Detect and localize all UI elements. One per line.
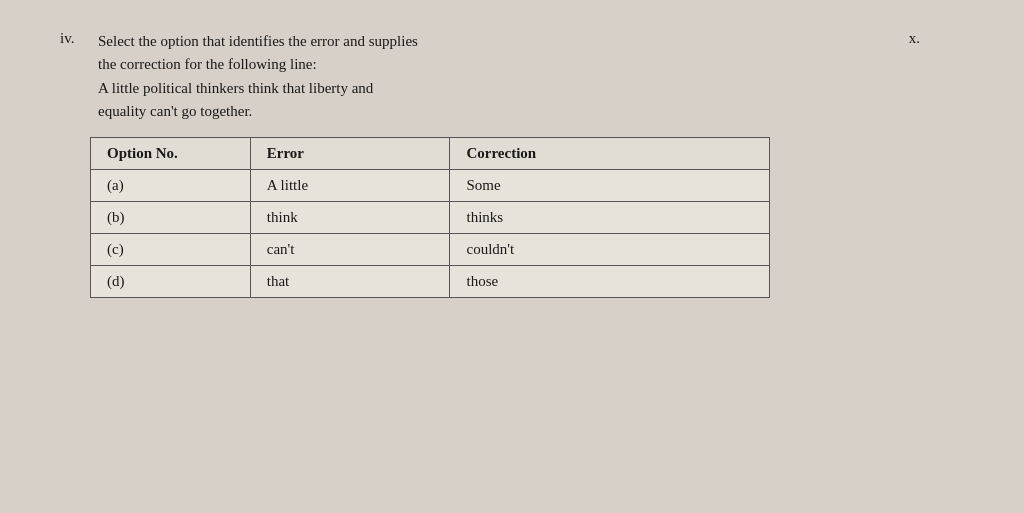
cell-option-1: (b): [91, 202, 251, 234]
cell-error-3: that: [250, 266, 450, 298]
table-row: (a)A littleSome: [91, 170, 770, 202]
table-row: (b)thinkthinks: [91, 202, 770, 234]
table-row: (d)thatthose: [91, 266, 770, 298]
col-header-correction: Correction: [450, 138, 770, 170]
col-header-option: Option No.: [91, 138, 251, 170]
question-line1: Select the option that identifies the er…: [98, 33, 418, 49]
question-text: Select the option that identifies the er…: [98, 30, 418, 123]
question-line3: A little political thinkers think that l…: [98, 80, 373, 96]
cell-correction-3: those: [450, 266, 770, 298]
cell-error-1: think: [250, 202, 450, 234]
cell-option-0: (a): [91, 170, 251, 202]
cell-correction-2: couldn't: [450, 234, 770, 266]
content-wrapper: iv. Select the option that identifies th…: [60, 30, 880, 298]
col-header-error: Error: [250, 138, 450, 170]
question-block: iv. Select the option that identifies th…: [60, 30, 880, 123]
cell-correction-0: Some: [450, 170, 770, 202]
table-container: Option No. Error Correction (a)A littleS…: [90, 137, 880, 298]
cell-correction-1: thinks: [450, 202, 770, 234]
table-header-row: Option No. Error Correction: [91, 138, 770, 170]
cell-option-3: (d): [91, 266, 251, 298]
cell-error-0: A little: [250, 170, 450, 202]
question-line4: equality can't go together.: [98, 103, 252, 119]
cell-option-2: (c): [91, 234, 251, 266]
options-table: Option No. Error Correction (a)A littleS…: [90, 137, 770, 298]
x-label: x.: [909, 30, 920, 47]
cell-error-2: can't: [250, 234, 450, 266]
question-line2: the correction for the following line:: [98, 56, 317, 72]
question-number: iv.: [60, 30, 90, 123]
table-row: (c)can'tcouldn't: [91, 234, 770, 266]
